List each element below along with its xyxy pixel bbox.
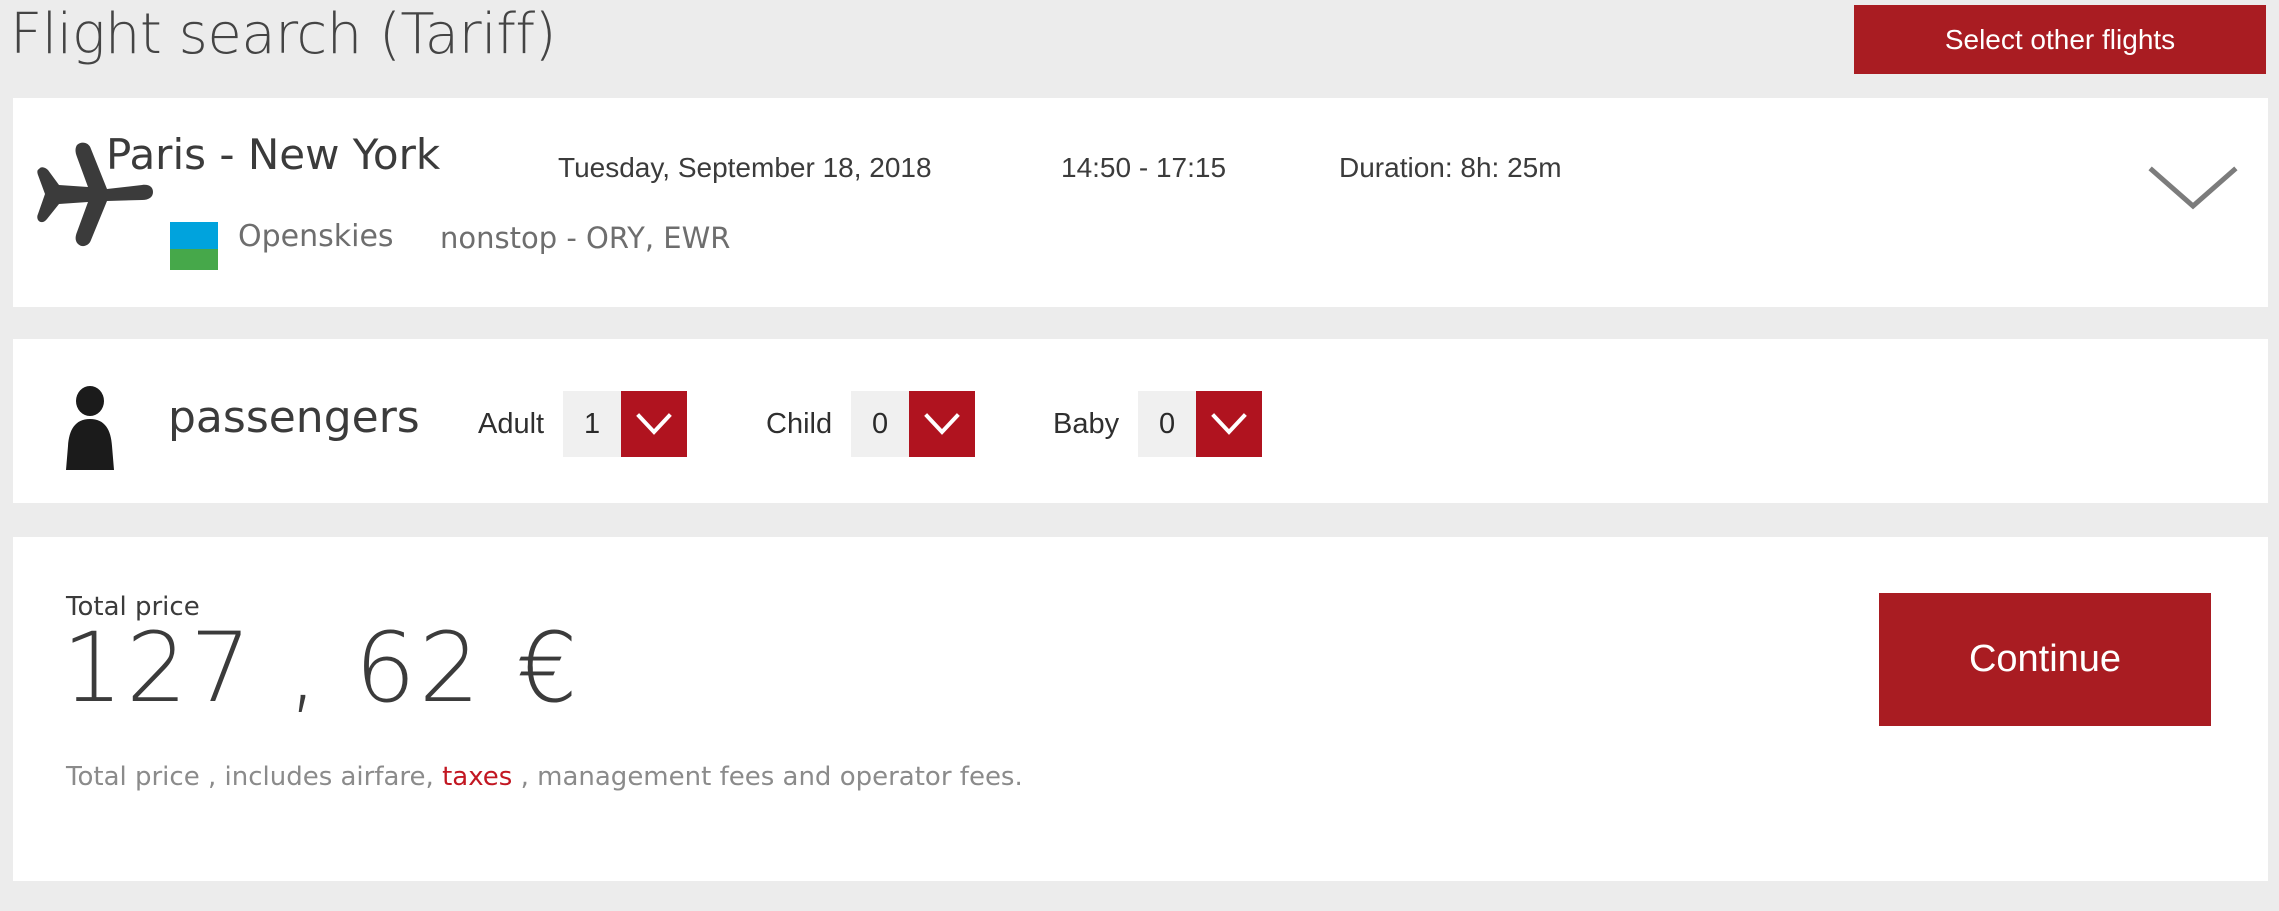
passenger-group-child: Child 0 [766, 391, 976, 457]
child-count-value[interactable]: 0 [851, 391, 910, 457]
price-note-before: Total price , includes airfare, [66, 762, 443, 792]
flight-date: Tuesday, September 18, 2018 [558, 152, 932, 183]
price-note: Total price , includes airfare, taxes , … [66, 762, 1023, 792]
baby-count-value[interactable]: 0 [1138, 391, 1197, 457]
passenger-label-baby: Baby [1053, 408, 1120, 440]
flight-duration: Duration: 8h: 25m [1339, 152, 1562, 183]
page-header: Flight search (Tariff) Select other flig… [0, 0, 2279, 98]
passengers-label: passengers [168, 392, 420, 443]
continue-button[interactable]: Continue [1879, 593, 2211, 726]
page-title: Flight search (Tariff) [10, 2, 556, 67]
adult-count-value[interactable]: 1 [563, 391, 622, 457]
flight-times: 14:50 - 17:15 [1061, 152, 1227, 183]
chevron-down-icon [636, 413, 672, 435]
passenger-stepper-baby: 0 [1138, 391, 1263, 457]
taxes-link[interactable]: taxes [442, 762, 512, 792]
airline-logo-icon [170, 222, 218, 270]
airline-logo-bottom [170, 249, 218, 270]
passenger-group-baby: Baby 0 [1053, 391, 1263, 457]
total-price-amount: 127 , 62 € [62, 612, 581, 724]
passenger-group-adult: Adult 1 [478, 391, 688, 457]
passenger-stepper-child: 0 [851, 391, 976, 457]
person-icon [66, 386, 114, 470]
flight-route: Paris - New York [106, 130, 441, 179]
airline-logo-top [170, 222, 218, 249]
price-note-after: , management fees and operator fees. [512, 762, 1023, 792]
flight-search-page: Flight search (Tariff) Select other flig… [0, 0, 2279, 911]
baby-dropdown-button[interactable] [1196, 391, 1263, 457]
flight-stops: nonstop - ORY, EWR [440, 221, 731, 255]
airline-name: Openskies [238, 219, 394, 254]
passenger-label-child: Child [766, 408, 833, 440]
chevron-down-icon [924, 413, 960, 435]
passenger-label-adult: Adult [478, 408, 545, 440]
chevron-down-icon [1211, 413, 1247, 435]
adult-dropdown-button[interactable] [621, 391, 688, 457]
child-dropdown-button[interactable] [909, 391, 976, 457]
select-other-flights-button[interactable]: Select other flights [1854, 5, 2266, 74]
passenger-stepper-adult: 1 [563, 391, 688, 457]
chevron-down-icon[interactable] [2146, 163, 2240, 213]
